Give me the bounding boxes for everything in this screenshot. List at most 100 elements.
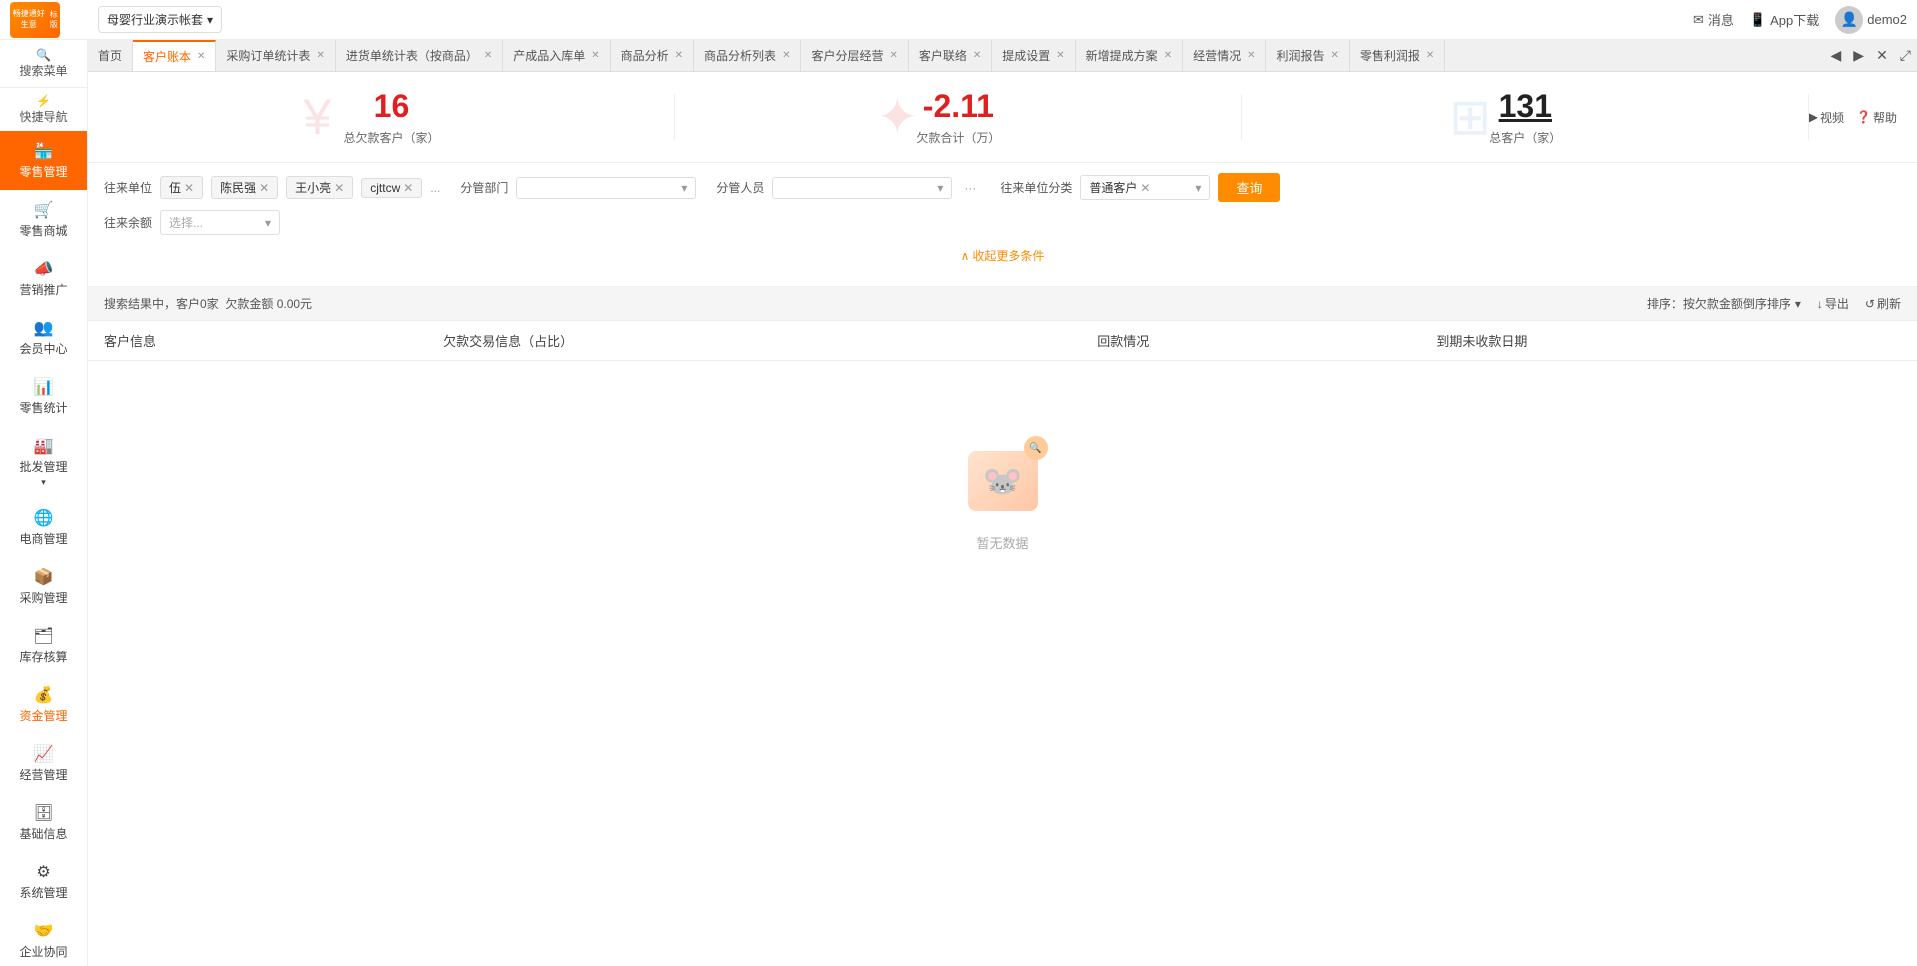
tab-customer-tier[interactable]: 客户分层经营 ✕ bbox=[801, 40, 908, 72]
tab-home[interactable]: 首页 bbox=[88, 40, 133, 72]
close-icon[interactable]: ✕ bbox=[973, 50, 981, 61]
sidebar-item-wholesale[interactable]: 🏭 批发管理 ▾ bbox=[0, 426, 87, 498]
tab-product-analysis[interactable]: 商品分析 ✕ bbox=[611, 40, 694, 72]
tab-next-icon[interactable]: ▶ bbox=[1847, 47, 1870, 64]
sidebar-item-system[interactable]: ⚙ 系统管理 bbox=[0, 852, 87, 911]
help-button[interactable]: ❓ 帮助 bbox=[1856, 109, 1897, 126]
sidebar-item-marketing[interactable]: 📣 营销推广 bbox=[0, 249, 87, 308]
tab-goods-stats[interactable]: 进货单统计表（按商品） ✕ bbox=[336, 40, 503, 72]
sidebar-item-member[interactable]: 👥 会员中心 bbox=[0, 308, 87, 367]
remove-tag-wu[interactable]: ✕ bbox=[184, 181, 194, 195]
col-customer-info: 客户信息 bbox=[88, 321, 427, 361]
quick-nav-label: 快捷导航 bbox=[4, 108, 83, 125]
stat-total-debt: ✦ -2.11 欠款合计（万） bbox=[675, 88, 1242, 146]
classify-select[interactable]: 普通客户 ✕ ▾ bbox=[1080, 175, 1210, 200]
quick-nav[interactable]: ⚡ 快捷导航 bbox=[0, 88, 87, 131]
user-menu[interactable]: 👤 demo2 bbox=[1835, 6, 1907, 34]
close-icon[interactable]: ✕ bbox=[197, 51, 205, 62]
close-icon[interactable]: ✕ bbox=[1426, 50, 1434, 61]
sidebar-item-ecommerce[interactable]: 🌐 电商管理 bbox=[0, 498, 87, 557]
remain-select[interactable]: 选择... ▾ bbox=[160, 210, 280, 235]
tab-label: 客户分层经营 bbox=[811, 47, 883, 64]
tab-profit-report[interactable]: 利润报告 ✕ bbox=[1266, 40, 1349, 72]
collapse-button[interactable]: ∧ 收起更多条件 bbox=[957, 243, 1049, 268]
logo-subtext: 标版 bbox=[48, 10, 61, 29]
tab-product-inbound[interactable]: 产成品入库单 ✕ bbox=[503, 40, 610, 72]
collapse-label: 收起更多条件 bbox=[972, 247, 1044, 264]
sidebar-label: 基础信息 bbox=[19, 825, 67, 842]
sort-arrow-icon[interactable]: ▾ bbox=[1795, 297, 1801, 311]
close-icon[interactable]: ✕ bbox=[591, 50, 599, 61]
close-icon[interactable]: ✕ bbox=[484, 50, 492, 61]
sidebar-label: 系统管理 bbox=[19, 884, 67, 901]
remove-tag-chen[interactable]: ✕ bbox=[259, 181, 269, 195]
filter-tag-wu[interactable]: 伍 ✕ bbox=[160, 176, 203, 199]
filter-tag-chen[interactable]: 陈民强 ✕ bbox=[211, 176, 278, 199]
sidebar-item-operations[interactable]: 📈 经营管理 bbox=[0, 734, 87, 793]
tab-label: 经营情况 bbox=[1193, 47, 1241, 64]
remove-classify-tag[interactable]: ✕ bbox=[1140, 181, 1150, 195]
staff-select[interactable]: ▾ bbox=[772, 177, 952, 199]
close-icon[interactable]: ✕ bbox=[782, 50, 790, 61]
tab-add-commission[interactable]: 新增提成方案 ✕ bbox=[1076, 40, 1183, 72]
mall-icon: 🛒 bbox=[34, 200, 54, 220]
sidebar-search[interactable]: 🔍 搜索菜单 bbox=[0, 40, 87, 88]
tab-label: 新增提成方案 bbox=[1086, 47, 1158, 64]
tab-label: 利润报告 bbox=[1276, 47, 1324, 64]
staff-dots[interactable]: ··· bbox=[960, 181, 980, 195]
close-icon[interactable]: ✕ bbox=[1164, 50, 1172, 61]
remove-tag-cjttcw[interactable]: ✕ bbox=[403, 181, 413, 195]
tab-product-analysis-list[interactable]: 商品分析列表 ✕ bbox=[694, 40, 801, 72]
refresh-button[interactable]: ↺ 刷新 bbox=[1865, 295, 1901, 312]
close-icon[interactable]: ✕ bbox=[1247, 50, 1255, 61]
sidebar-item-retail-mgmt[interactable]: 🏪 零售管理 bbox=[0, 131, 87, 190]
filter-tag-wang[interactable]: 王小亮 ✕ bbox=[286, 176, 353, 199]
unit-label: 往来单位 bbox=[104, 179, 152, 196]
empty-state: 🐭 🔍 暂无数据 bbox=[88, 361, 1917, 632]
remove-tag-wang[interactable]: ✕ bbox=[334, 181, 344, 195]
tab-controls: ◀ ▶ ✕ ⤢ bbox=[1825, 47, 1917, 64]
tab-purchase-stats[interactable]: 采购订单统计表 ✕ bbox=[216, 40, 335, 72]
message-button[interactable]: ✉ 消息 bbox=[1693, 10, 1734, 29]
export-icon: ↓ bbox=[1817, 297, 1823, 311]
app-download-button[interactable]: 📱 App下载 bbox=[1750, 10, 1819, 29]
query-button[interactable]: 查询 bbox=[1218, 173, 1280, 202]
close-icon[interactable]: ✕ bbox=[1331, 50, 1339, 61]
store-selector[interactable]: 母婴行业演示帐套 ▾ bbox=[98, 6, 222, 33]
avatar: 👤 bbox=[1835, 6, 1863, 34]
sidebar-item-enterprise[interactable]: 🤝 企业协同 bbox=[0, 911, 87, 966]
chevron-down-icon: ▾ bbox=[1195, 181, 1201, 195]
video-button[interactable]: ▶ 视频 bbox=[1809, 109, 1844, 126]
tabs-container: 首页 客户账本 ✕ 采购订单统计表 ✕ 进货单统计表（按商品） ✕ bbox=[88, 40, 1825, 72]
col-overdue-date: 到期未收款日期 bbox=[1420, 321, 1917, 361]
close-icon[interactable]: ✕ bbox=[675, 50, 683, 61]
sidebar-item-finance[interactable]: 💰 资金管理 bbox=[0, 675, 87, 734]
sidebar-label: 批发管理 bbox=[19, 458, 67, 475]
classify-tag[interactable]: 普通客户 ✕ bbox=[1089, 179, 1150, 196]
close-icon[interactable]: ✕ bbox=[889, 50, 897, 61]
col-repayment: 回款情况 bbox=[1081, 321, 1420, 361]
filter-tag-cjttcw[interactable]: cjttcw ✕ bbox=[361, 178, 422, 198]
close-icon[interactable]: ✕ bbox=[1056, 50, 1064, 61]
sidebar-item-retail-mall[interactable]: 🛒 零售商城 bbox=[0, 190, 87, 249]
sidebar-item-purchase[interactable]: 📦 采购管理 bbox=[0, 557, 87, 616]
tab-bar: 首页 客户账本 ✕ 采购订单统计表 ✕ 进货单统计表（按商品） ✕ bbox=[88, 40, 1917, 72]
tab-expand-icon[interactable]: ⤢ bbox=[1894, 47, 1917, 64]
sidebar-item-basic-info[interactable]: 🗄 基础信息 bbox=[0, 793, 87, 852]
tab-retail-profit[interactable]: 零售利润报 ✕ bbox=[1350, 40, 1445, 72]
tab-customer-contact[interactable]: 客户联络 ✕ bbox=[909, 40, 992, 72]
phone-icon: 📱 bbox=[1750, 12, 1766, 28]
dept-select[interactable]: ▾ bbox=[516, 177, 696, 199]
stat-label: 总欠款客户（家） bbox=[343, 129, 439, 146]
expand-icon: ▾ bbox=[41, 477, 46, 488]
tab-close-all-icon[interactable]: ✕ bbox=[1870, 47, 1894, 64]
more-tags[interactable]: ... bbox=[430, 181, 440, 195]
sidebar-item-inventory[interactable]: 🗂 库存核算 bbox=[0, 616, 87, 675]
tab-commission-settings[interactable]: 提成设置 ✕ bbox=[992, 40, 1075, 72]
tab-customer-ledger[interactable]: 客户账本 ✕ bbox=[133, 40, 216, 72]
export-button[interactable]: ↓ 导出 bbox=[1817, 295, 1849, 312]
sidebar-item-retail-stats[interactable]: 📊 零售统计 bbox=[0, 367, 87, 426]
tab-operations[interactable]: 经营情况 ✕ bbox=[1183, 40, 1266, 72]
tab-prev-icon[interactable]: ◀ bbox=[1825, 47, 1848, 64]
close-icon[interactable]: ✕ bbox=[316, 50, 324, 61]
